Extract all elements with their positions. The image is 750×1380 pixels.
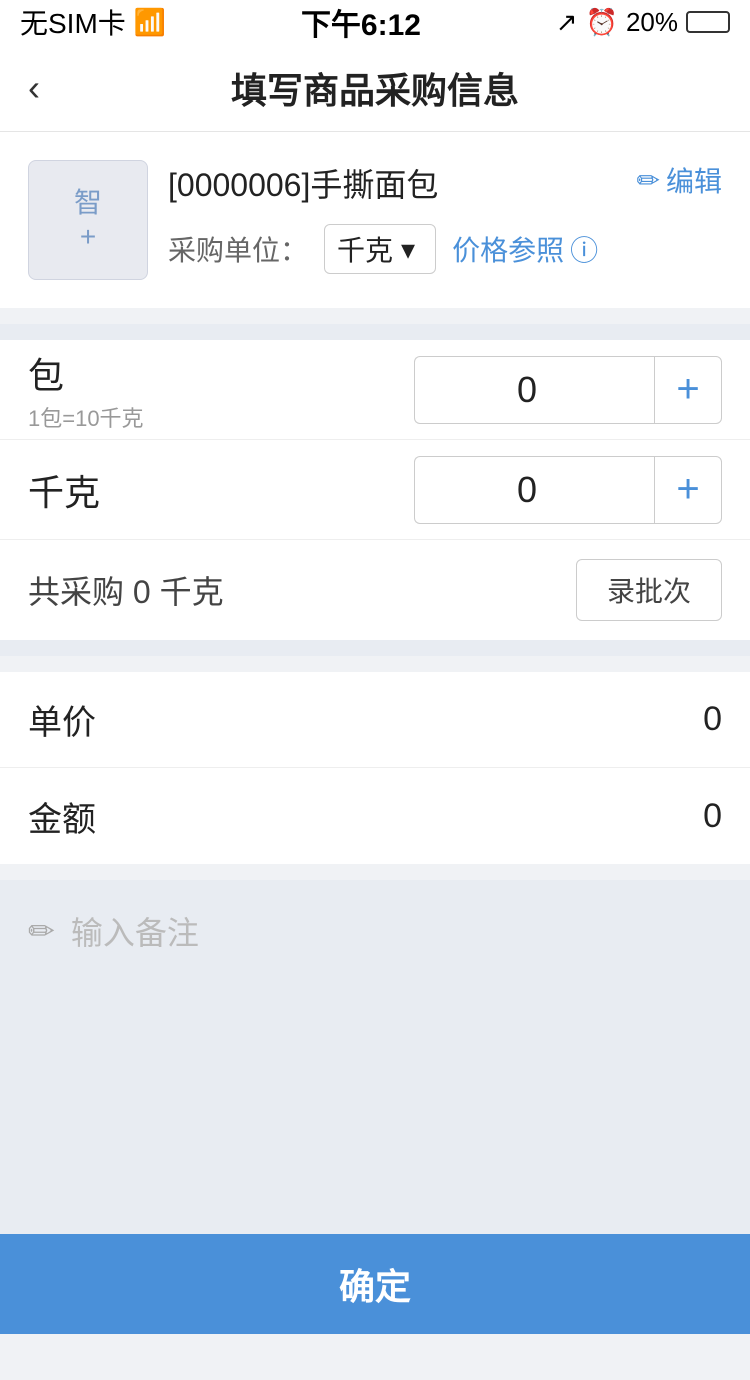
edit-label: 编辑 <box>666 160 722 200</box>
section-divider-1 <box>0 324 750 340</box>
total-text: 共采购 0 千克 <box>28 567 224 613</box>
remark-placeholder: 输入备注 <box>71 908 199 954</box>
total-row: 共采购 0 千克 录批次 <box>0 540 750 640</box>
kg-input-right: + <box>148 456 722 524</box>
product-unit-row: 采购单位： 千克 ▾ 价格参照 ⓘ <box>168 224 722 274</box>
bao-quantity-input[interactable] <box>414 356 654 424</box>
back-button[interactable]: ‹ <box>28 67 40 109</box>
bao-input-right: + <box>148 356 722 424</box>
help-icon: ⓘ <box>570 229 598 269</box>
amount-row: 金额 0 <box>0 768 750 864</box>
product-header: [0000006]手撕面包 ✏ 编辑 <box>168 160 722 206</box>
amount-value: 0 <box>703 797 722 836</box>
status-right: ↗ ⏰ 20% <box>556 7 730 38</box>
bao-label-sub: 1包=10千克 <box>28 401 148 433</box>
battery-icon <box>686 11 730 33</box>
input-row-kg: 千克 + <box>0 440 750 540</box>
remark-section[interactable]: ✏ 输入备注 <box>0 880 750 1280</box>
location-icon: ↗ <box>556 7 578 38</box>
product-name: [0000006]手撕面包 <box>168 160 438 206</box>
edit-icon: ✏ <box>637 164 660 197</box>
page-title: 填写商品采购信息 <box>231 62 519 114</box>
input-row-bao: 包 1包=10千克 + <box>0 340 750 440</box>
pencil-icon: ✏ <box>28 912 55 950</box>
bao-label-main: 包 <box>28 347 148 399</box>
unit-label: 采购单位： <box>168 229 308 269</box>
bao-plus-button[interactable]: + <box>654 356 722 424</box>
amount-label: 金额 <box>28 792 96 841</box>
nav-bar: ‹ 填写商品采购信息 <box>0 44 750 132</box>
kg-label-main: 千克 <box>28 464 148 516</box>
bao-label: 包 1包=10千克 <box>28 347 148 433</box>
kg-plus-button[interactable]: + <box>654 456 722 524</box>
unit-price-row: 单价 0 <box>0 672 750 768</box>
product-card: 智 + [0000006]手撕面包 ✏ 编辑 采购单位： 千克 ▾ 价格参照 ⓘ <box>0 132 750 308</box>
carrier-text: 无SIM卡 <box>20 2 126 42</box>
input-section: 包 1包=10千克 + 千克 + <box>0 340 750 540</box>
kg-quantity-input[interactable] <box>414 456 654 524</box>
status-carrier: 无SIM卡 📶 <box>20 2 166 42</box>
unit-value: 千克 <box>337 229 393 269</box>
batch-button[interactable]: 录批次 <box>576 559 722 621</box>
product-image: 智 + <box>28 160 148 280</box>
alarm-icon: ⏰ <box>586 7 618 38</box>
price-ref-label: 价格参照 <box>452 229 564 269</box>
section-divider-2 <box>0 640 750 656</box>
edit-button[interactable]: ✏ 编辑 <box>637 160 722 200</box>
price-section: 单价 0 金额 0 <box>0 672 750 864</box>
status-bar: 无SIM卡 📶 下午6:12 ↗ ⏰ 20% <box>0 0 750 44</box>
unit-price-value: 0 <box>703 700 722 739</box>
wifi-icon: 📶 <box>134 7 166 38</box>
product-info: [0000006]手撕面包 ✏ 编辑 采购单位： 千克 ▾ 价格参照 ⓘ <box>168 160 722 274</box>
price-ref-button[interactable]: 价格参照 ⓘ <box>452 229 598 269</box>
unit-dropdown[interactable]: 千克 ▾ <box>324 224 436 274</box>
chevron-down-icon: ▾ <box>401 233 415 266</box>
confirm-button[interactable]: 确定 <box>0 1234 750 1334</box>
status-time: 下午6:12 <box>301 0 421 44</box>
kg-label: 千克 <box>28 464 148 516</box>
battery-text: 20% <box>626 7 678 38</box>
product-logo: 智 + <box>74 186 102 253</box>
unit-price-label: 单价 <box>28 695 96 744</box>
